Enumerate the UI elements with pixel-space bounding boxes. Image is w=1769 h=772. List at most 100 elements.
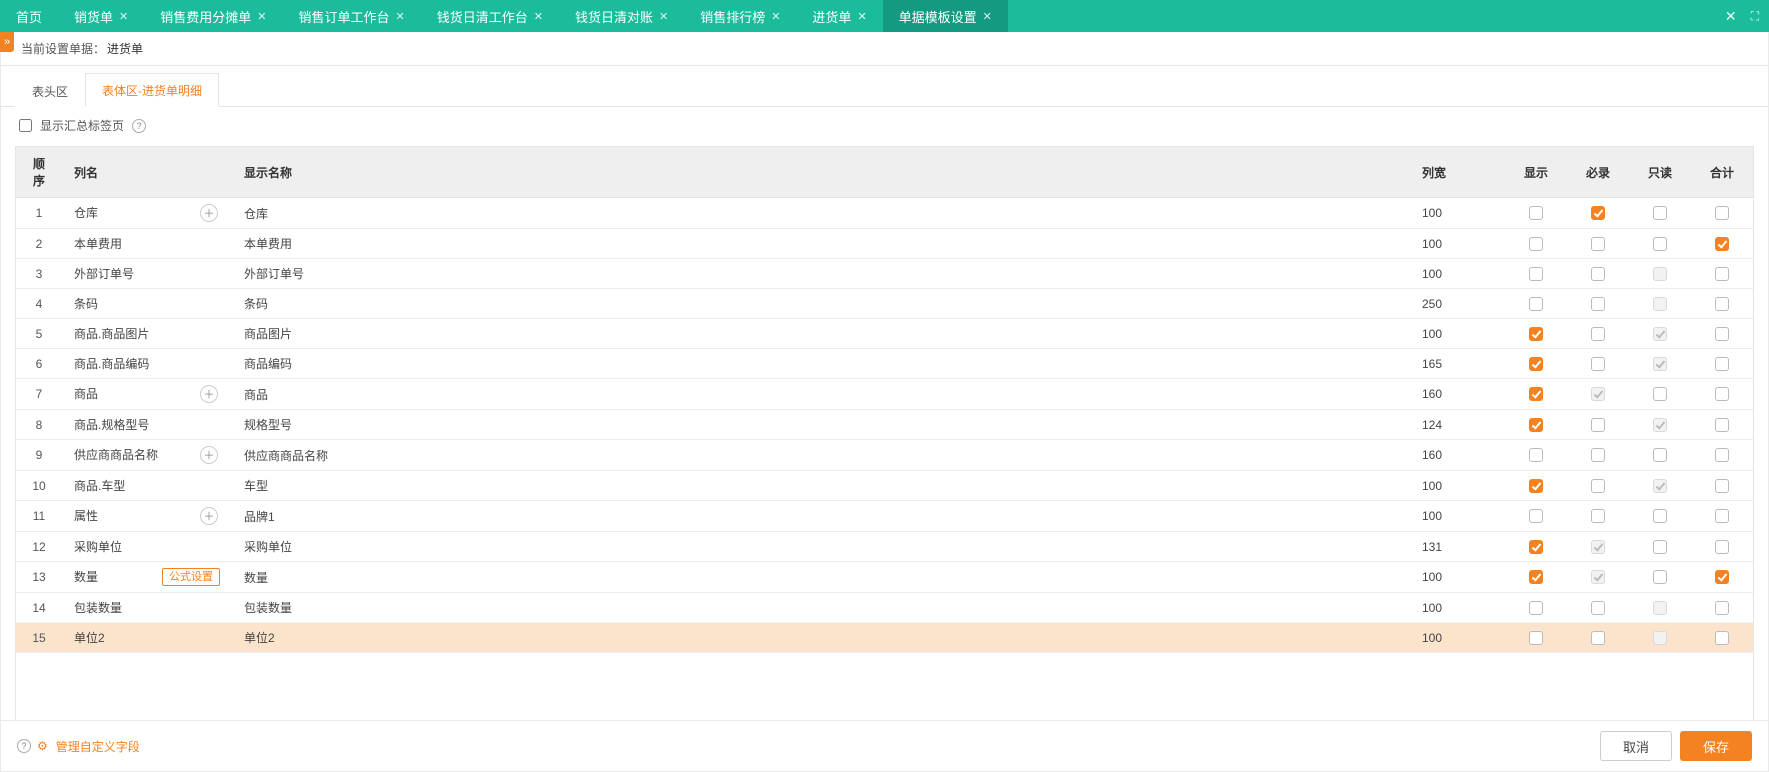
table-row[interactable]: 15单位2单位2100 (16, 623, 1753, 653)
cell-width[interactable]: 124 (1410, 410, 1505, 440)
plus-icon[interactable]: ＋ (200, 385, 218, 403)
close-icon[interactable]: ✕ (534, 10, 543, 23)
checkbox[interactable] (1529, 448, 1543, 462)
top-tab[interactable]: 销售费用分摊单✕ (144, 0, 282, 32)
checkbox[interactable] (1591, 206, 1605, 220)
cell-width[interactable]: 100 (1410, 562, 1505, 593)
close-icon[interactable]: ✕ (257, 10, 266, 23)
checkbox[interactable] (1715, 297, 1729, 311)
checkbox[interactable] (1715, 267, 1729, 281)
cell-display-name[interactable]: 采购单位 (232, 532, 1410, 562)
top-tab[interactable]: 单据模板设置✕ (883, 0, 1008, 32)
checkbox[interactable] (1529, 509, 1543, 523)
checkbox[interactable] (1529, 387, 1543, 401)
cell-display-name[interactable]: 车型 (232, 471, 1410, 501)
checkbox[interactable] (1715, 479, 1729, 493)
checkbox[interactable] (1529, 540, 1543, 554)
top-tab[interactable]: 销售订单工作台✕ (282, 0, 420, 32)
collapse-handle-icon[interactable]: » (0, 32, 14, 52)
columns-table-wrap[interactable]: 顺序 列名 显示名称 列宽 显示 必录 只读 合计 1仓库＋仓库1002本单费用… (15, 146, 1754, 720)
table-row[interactable]: 7商品＋商品160 (16, 379, 1753, 410)
cell-display-name[interactable]: 商品编码 (232, 349, 1410, 379)
checkbox[interactable] (1529, 631, 1543, 645)
close-icon[interactable]: ✕ (119, 10, 128, 23)
checkbox[interactable] (1715, 418, 1729, 432)
cell-width[interactable]: 250 (1410, 289, 1505, 319)
plus-icon[interactable]: ＋ (200, 204, 218, 222)
cell-width[interactable]: 100 (1410, 501, 1505, 532)
cell-display-name[interactable]: 供应商商品名称 (232, 440, 1410, 471)
checkbox[interactable] (1529, 418, 1543, 432)
table-row[interactable]: 5商品.商品图片商品图片100 (16, 319, 1753, 349)
checkbox[interactable] (1653, 237, 1667, 251)
checkbox[interactable] (1591, 237, 1605, 251)
checkbox[interactable] (1715, 327, 1729, 341)
checkbox[interactable] (1715, 570, 1729, 584)
cell-display-name[interactable]: 外部订单号 (232, 259, 1410, 289)
cell-display-name[interactable]: 商品图片 (232, 319, 1410, 349)
checkbox[interactable] (1529, 206, 1543, 220)
cell-display-name[interactable]: 仓库 (232, 198, 1410, 229)
close-icon[interactable]: ✕ (983, 10, 992, 23)
close-icon[interactable]: ✕ (396, 10, 405, 23)
cell-width[interactable]: 100 (1410, 198, 1505, 229)
checkbox[interactable] (1591, 448, 1605, 462)
checkbox[interactable] (1591, 631, 1605, 645)
checkbox[interactable] (1529, 479, 1543, 493)
checkbox[interactable] (1715, 631, 1729, 645)
plus-icon[interactable]: ＋ (200, 507, 218, 525)
checkbox[interactable] (1653, 570, 1667, 584)
checkbox[interactable] (1529, 357, 1543, 371)
checkbox[interactable] (1715, 237, 1729, 251)
table-row[interactable]: 8商品.规格型号规格型号124 (16, 410, 1753, 440)
checkbox[interactable] (1653, 448, 1667, 462)
cell-width[interactable]: 100 (1410, 229, 1505, 259)
table-row[interactable]: 11属性＋品牌1100 (16, 501, 1753, 532)
top-tab[interactable]: 首页 (0, 0, 58, 32)
cell-display-name[interactable]: 包装数量 (232, 593, 1410, 623)
cell-width[interactable]: 100 (1410, 471, 1505, 501)
checkbox[interactable] (1653, 206, 1667, 220)
plus-icon[interactable]: ＋ (200, 446, 218, 464)
cell-width[interactable]: 100 (1410, 259, 1505, 289)
checkbox[interactable] (1529, 570, 1543, 584)
tab-header-area[interactable]: 表头区 (15, 74, 85, 107)
table-row[interactable]: 12采购单位采购单位131 (16, 532, 1753, 562)
table-row[interactable]: 6商品.商品编码商品编码165 (16, 349, 1753, 379)
checkbox[interactable] (1653, 387, 1667, 401)
checkbox[interactable] (1653, 509, 1667, 523)
table-row[interactable]: 1仓库＋仓库100 (16, 198, 1753, 229)
top-tab[interactable]: 进货单✕ (796, 0, 882, 32)
checkbox[interactable] (1715, 448, 1729, 462)
checkbox[interactable] (1591, 267, 1605, 281)
top-tab[interactable]: 钱货日清工作台✕ (421, 0, 559, 32)
checkbox[interactable] (1591, 509, 1605, 523)
cell-display-name[interactable]: 条码 (232, 289, 1410, 319)
tab-body-area[interactable]: 表体区-进货单明细 (85, 73, 219, 107)
checkbox[interactable] (1591, 297, 1605, 311)
checkbox[interactable] (1715, 540, 1729, 554)
close-all-icon[interactable]: ✕ (1725, 8, 1737, 25)
cell-display-name[interactable]: 单位2 (232, 623, 1410, 653)
top-tab[interactable]: 销货单✕ (58, 0, 144, 32)
show-summary-checkbox[interactable] (19, 119, 32, 132)
formula-button[interactable]: 公式设置 (162, 568, 220, 586)
checkbox[interactable] (1591, 601, 1605, 615)
table-row[interactable]: 2本单费用本单费用100 (16, 229, 1753, 259)
table-row[interactable]: 9供应商商品名称＋供应商商品名称160 (16, 440, 1753, 471)
close-icon[interactable]: ✕ (857, 10, 866, 23)
footer-help-icon[interactable]: ? (17, 739, 31, 753)
cell-display-name[interactable]: 品牌1 (232, 501, 1410, 532)
checkbox[interactable] (1529, 327, 1543, 341)
checkbox[interactable] (1715, 206, 1729, 220)
checkbox[interactable] (1653, 540, 1667, 554)
cell-width[interactable]: 100 (1410, 623, 1505, 653)
cell-display-name[interactable]: 规格型号 (232, 410, 1410, 440)
checkbox[interactable] (1591, 418, 1605, 432)
cell-width[interactable]: 160 (1410, 440, 1505, 471)
checkbox[interactable] (1715, 509, 1729, 523)
manage-custom-fields-link[interactable]: 管理自定义字段 (56, 738, 140, 755)
close-icon[interactable]: ✕ (659, 10, 668, 23)
cell-display-name[interactable]: 数量 (232, 562, 1410, 593)
checkbox[interactable] (1715, 357, 1729, 371)
